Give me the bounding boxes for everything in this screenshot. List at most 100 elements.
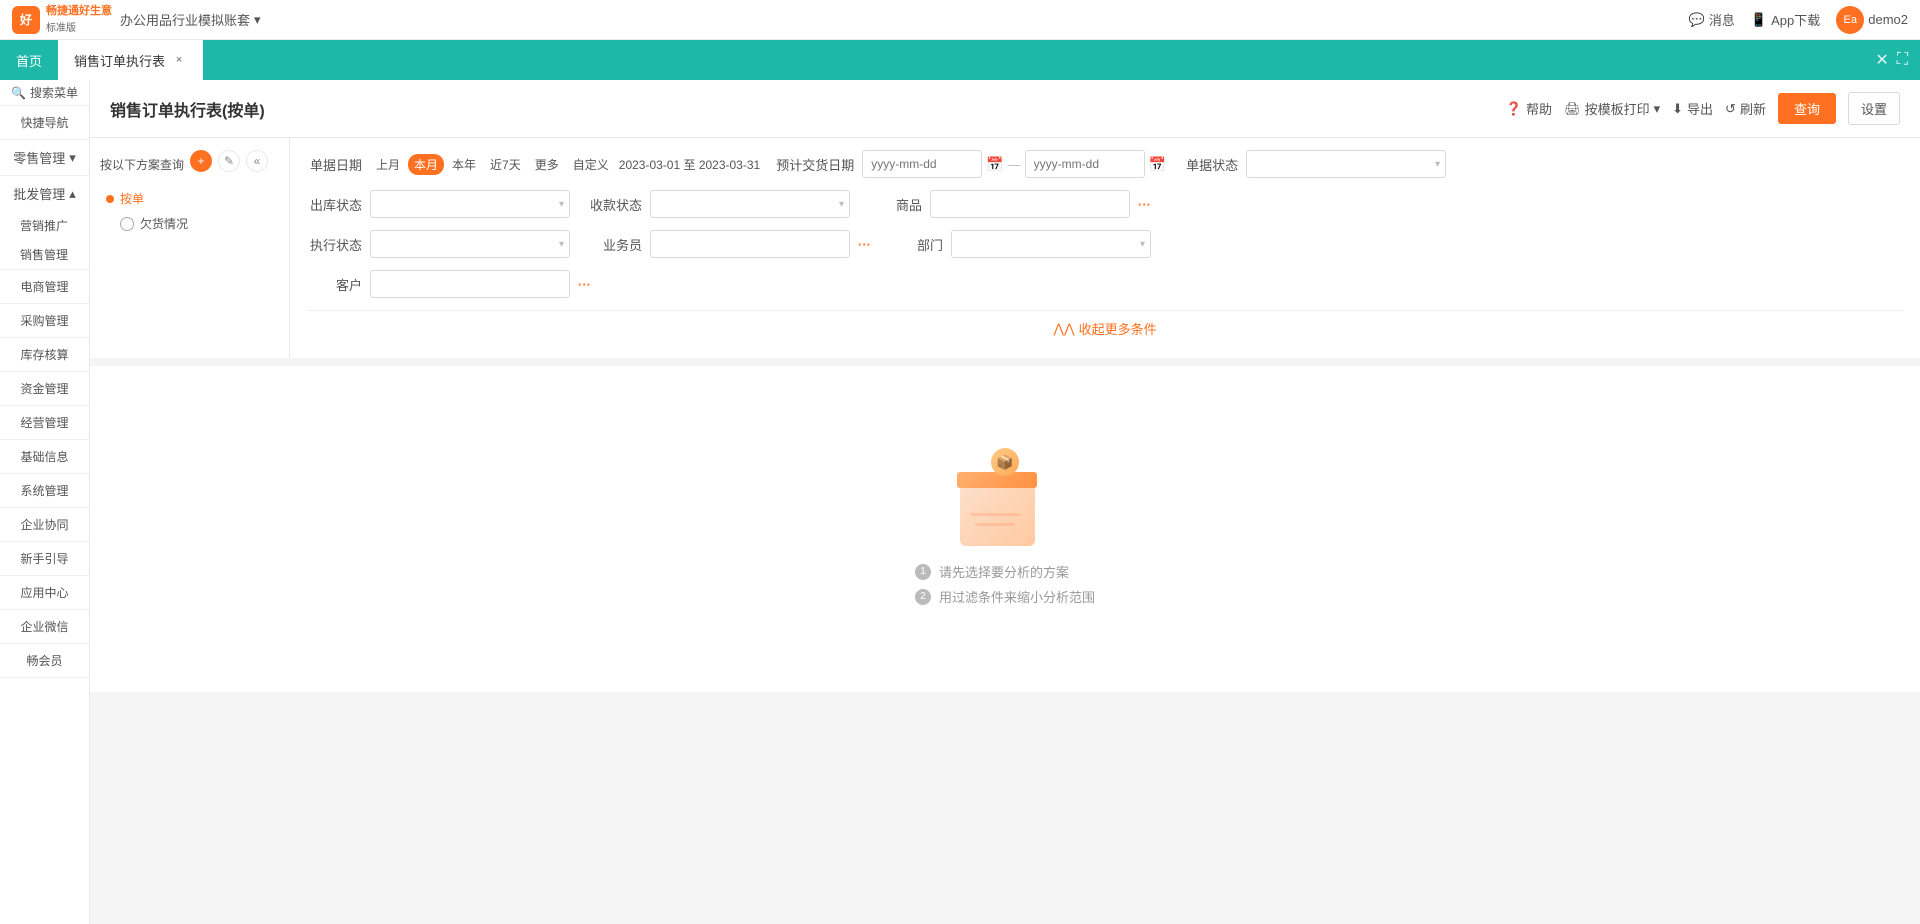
sidebar-item-wholesale[interactable]: 批发管理 ▴	[0, 176, 89, 211]
collapse-icon: «	[254, 154, 261, 168]
avatar: Ea	[1836, 6, 1864, 34]
salesman-more-btn[interactable]: ···	[858, 237, 871, 252]
message-btn[interactable]: 💬 消息	[1689, 10, 1735, 29]
export-btn[interactable]: ⬇ 导出	[1672, 99, 1713, 118]
filter-row-3: 执行状态 ▾ 业务员 ···	[306, 230, 1904, 258]
sidebar-item-retail[interactable]: 零售管理 ▾	[0, 140, 89, 175]
sidebar-search-section: 🔍 搜索菜单	[0, 80, 89, 106]
setting-btn[interactable]: 设置	[1848, 92, 1900, 125]
scheme-item-main[interactable]: 按单	[100, 186, 279, 211]
sidebar-corp-section: 企业协同	[0, 508, 89, 542]
expected-date-to[interactable]	[1025, 150, 1145, 178]
tab-close-icon[interactable]: ×	[171, 52, 187, 68]
sidebar-item-purchase[interactable]: 采购管理	[0, 304, 89, 337]
date-tabs: 上月 本月 本年 近7天 更多 自定义	[370, 154, 615, 175]
filter-row-1: 单据日期 上月 本月 本年 近7天 更多 自定义	[306, 150, 1904, 178]
corp-label: 企业协同	[20, 516, 68, 533]
scheme-title: 按以下方案查询 + ✎ «	[100, 150, 279, 178]
tab-bar-actions: ✕ ⛶	[1875, 50, 1920, 70]
top-bar-left: 好 畅捷通好生意 标准版 办公用品行业模拟账套 ▾	[12, 5, 261, 33]
query-btn[interactable]: 查询	[1778, 93, 1836, 124]
message-label: 消息	[1709, 10, 1735, 29]
cal-icon-from[interactable]: 📅	[986, 156, 1003, 173]
app-download-btn[interactable]: 📱 App下载	[1751, 10, 1820, 29]
sidebar-item-quicknav[interactable]: 快捷导航	[0, 106, 89, 139]
collapse-btn[interactable]: ⋀⋀ 收起更多条件	[1053, 319, 1156, 338]
sidebar-item-sys[interactable]: 系统管理	[0, 474, 89, 507]
sidebar-item-newbie[interactable]: 新手引导	[0, 542, 89, 575]
page-title: 销售订单执行表(按单)	[110, 97, 265, 121]
customer-more-btn[interactable]: ···	[578, 277, 591, 292]
sidebar-basic-section: 基础信息	[0, 440, 89, 474]
date-tab-this-month[interactable]: 本月	[408, 154, 444, 175]
empty-icon: 📦	[945, 446, 1065, 546]
sidebar-sub-sales[interactable]: 销售管理	[0, 240, 89, 269]
scheme-edit-btn[interactable]: ✎	[218, 150, 240, 172]
scheme-sub-item[interactable]: 欠货情况	[100, 211, 279, 236]
sidebar-item-corp[interactable]: 企业协同	[0, 508, 89, 541]
outbound-label: 出库状态	[306, 195, 362, 214]
receipt-field: 收款状态 ▾	[586, 190, 850, 218]
empty-tip-1-text: 请先选择要分析的方案	[939, 562, 1069, 581]
sidebar-search-btn[interactable]: 🔍 搜索菜单	[0, 80, 89, 105]
avatar-label: Ea	[1844, 14, 1857, 26]
sidebar-corpwechat-section: 企业微信	[0, 610, 89, 644]
sidebar-finance-section: 资金管理	[0, 372, 89, 406]
filter-panel: 按以下方案查询 + ✎ «	[90, 138, 1920, 358]
product-input[interactable]	[930, 190, 1130, 218]
tab-home[interactable]: 首页	[0, 40, 58, 80]
sidebar-item-member[interactable]: 畅会员	[0, 644, 89, 677]
sidebar-item-ecom[interactable]: 电商管理	[0, 270, 89, 303]
expected-date-from[interactable]	[862, 150, 982, 178]
sidebar-sub-marketing[interactable]: 营销推广	[0, 211, 89, 240]
top-bar: 好 畅捷通好生意 标准版 办公用品行业模拟账套 ▾ 💬 消息 📱 App下载 E…	[0, 0, 1920, 40]
cal-icon-to[interactable]: 📅	[1149, 156, 1166, 173]
help-btn[interactable]: ❓ 帮助	[1506, 99, 1552, 118]
scheme-collapse-btn[interactable]: «	[246, 150, 268, 172]
sidebar-item-inventory[interactable]: 库存核算	[0, 338, 89, 371]
page-actions: ❓ 帮助 🖨 按模板打印 ▾ ⬇ 导出 ↺ 刷新 查询 设置	[1506, 92, 1900, 125]
date-tab-prev-month[interactable]: 上月	[370, 154, 406, 175]
dept-field: 部门 ▾	[887, 230, 1151, 258]
user-menu[interactable]: Ea demo2	[1836, 6, 1908, 34]
sidebar-item-biz[interactable]: 经营管理	[0, 406, 89, 439]
tab-sales-exec[interactable]: 销售订单执行表 ×	[58, 40, 203, 80]
refresh-btn[interactable]: ↺ 刷新	[1725, 99, 1766, 118]
sidebar-item-appcenter[interactable]: 应用中心	[0, 576, 89, 609]
dept-select[interactable]	[951, 230, 1151, 258]
empty-num-2: 2	[915, 589, 931, 605]
logo-area: 好 畅捷通好生意 标准版	[12, 5, 112, 33]
sidebar-member-section: 畅会员	[0, 644, 89, 678]
status-select[interactable]	[1246, 150, 1446, 178]
sidebar-inventory-section: 库存核算	[0, 338, 89, 372]
empty-tip-1: 1 请先选择要分析的方案	[915, 562, 1095, 581]
date-tab-this-year[interactable]: 本年	[446, 154, 482, 175]
date-tab-7days[interactable]: 近7天	[484, 154, 527, 175]
main-layout: 🔍 搜索菜单 快捷导航 零售管理 ▾ 批发管理 ▴ 营销推广 销售管理	[0, 80, 1920, 924]
exec-status-select-wrap: ▾	[370, 230, 570, 258]
refresh-icon: ↺	[1725, 101, 1736, 117]
sidebar-item-basic[interactable]: 基础信息	[0, 440, 89, 473]
expected-date-field: 预计交货日期 📅 — 📅	[776, 150, 1166, 178]
dept-label: 部门	[887, 235, 943, 254]
scheme-add-btn[interactable]: +	[190, 150, 212, 172]
receipt-select[interactable]	[650, 190, 850, 218]
product-more-btn[interactable]: ···	[1138, 197, 1151, 212]
customer-input[interactable]	[370, 270, 570, 298]
sidebar-item-corpwechat[interactable]: 企业微信	[0, 610, 89, 643]
print-btn[interactable]: 🖨 按模板打印 ▾	[1564, 99, 1660, 118]
inventory-label: 库存核算	[20, 346, 68, 363]
window-maximize-btn[interactable]: ⛶	[1897, 51, 1908, 69]
date-tab-custom[interactable]: 自定义	[567, 154, 615, 175]
date-tab-more[interactable]: 更多	[529, 154, 565, 175]
window-close-btn[interactable]: ✕	[1875, 50, 1888, 70]
logo-text: 畅捷通好生意	[46, 5, 112, 18]
outbound-select[interactable]	[370, 190, 570, 218]
exec-status-label: 执行状态	[306, 235, 362, 254]
refresh-label: 刷新	[1740, 99, 1766, 118]
exec-status-select[interactable]	[370, 230, 570, 258]
app-selector[interactable]: 办公用品行业模拟账套 ▾	[120, 10, 261, 29]
salesman-input[interactable]	[650, 230, 850, 258]
status-select-wrap: ▾	[1246, 150, 1446, 178]
sidebar-item-finance[interactable]: 资金管理	[0, 372, 89, 405]
